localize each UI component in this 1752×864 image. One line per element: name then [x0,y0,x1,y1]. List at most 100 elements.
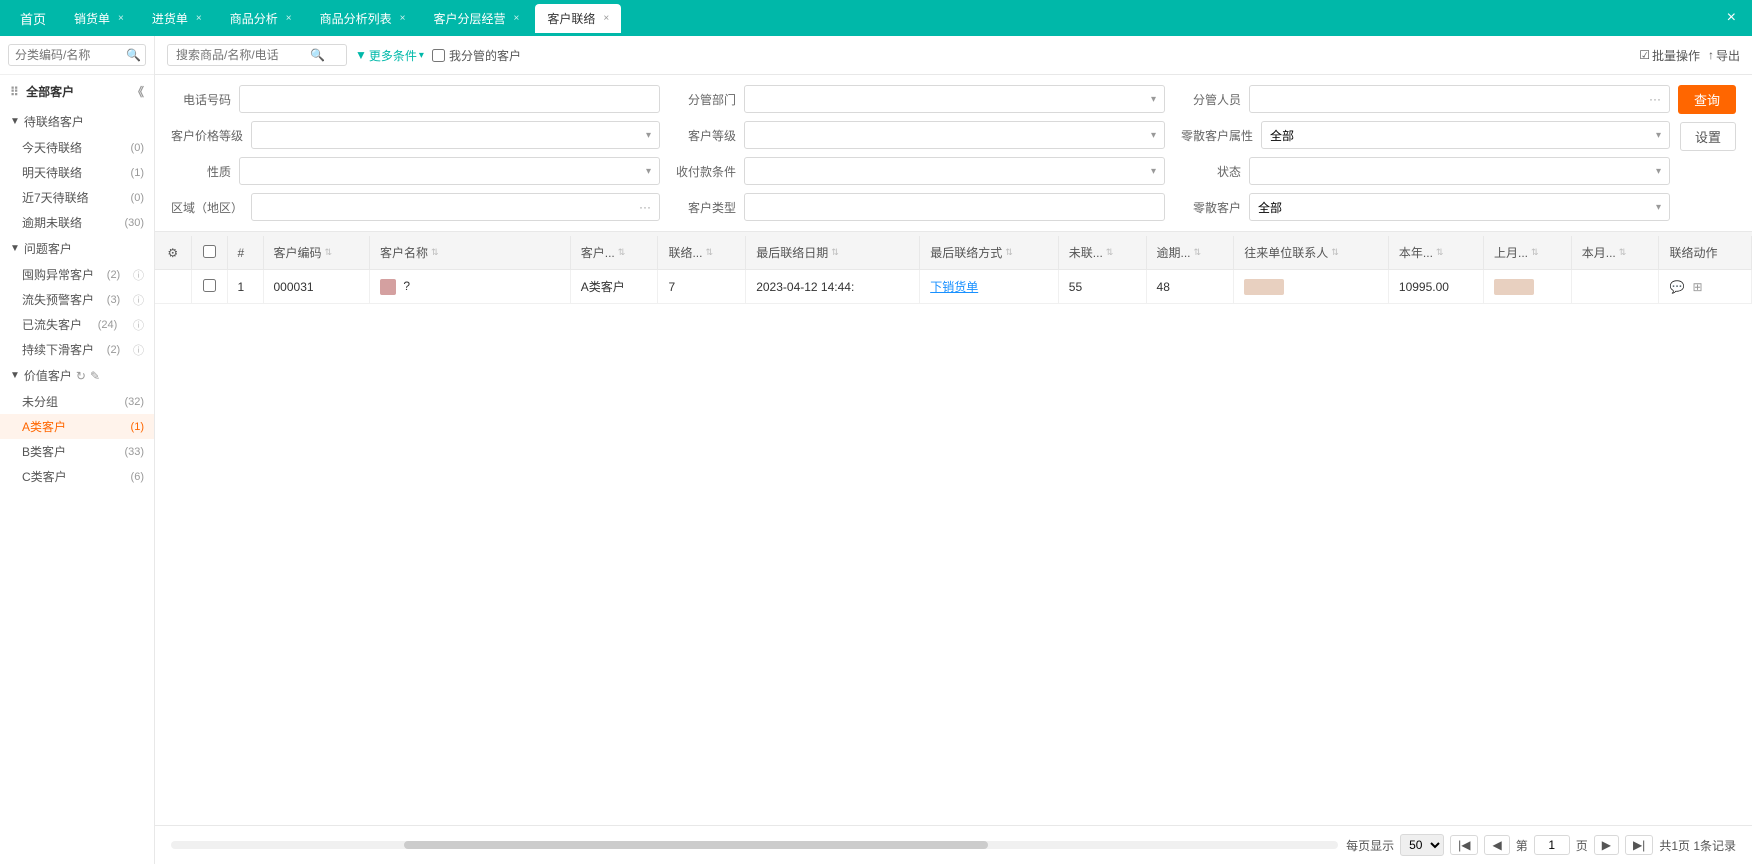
window-close-button[interactable]: × [1719,5,1744,31]
filter-retail2: 零散客户 全部 ▾ [1181,193,1670,221]
horizontal-scrollbar[interactable] [171,841,1338,849]
nav-home[interactable]: 首页 [8,3,58,34]
edit-icon[interactable]: ✎ [90,369,100,383]
filter-manager-input[interactable]: ··· [1249,85,1670,113]
first-page-btn[interactable]: |◀ [1450,835,1478,855]
retail2-arrow: ▾ [1656,202,1661,213]
filter-more-btn[interactable]: ▼ 更多条件 ▾ [355,47,424,64]
filter-search-box[interactable]: 🔍 [167,44,347,66]
sidebar-section-pending-title[interactable]: ▼ 待联络客户 [0,108,154,135]
bottom-bar: 每页显示 50 |◀ ◀ 第 页 ▶ ▶| 共1页 1条记录 [155,825,1752,864]
th-level[interactable]: 客户...⇅ [570,236,658,270]
last-page-btn[interactable]: ▶| [1625,835,1653,855]
sidebar-item-hoarding[interactable]: 囤购异常客户 (2) ⓘ [0,262,154,287]
export-btn[interactable]: ↑ 导出 [1708,47,1740,64]
th-last-month[interactable]: 上月...⇅ [1484,236,1572,270]
filter-clevel-select[interactable]: ▾ [744,121,1165,149]
scrollbar-thumb [404,841,988,849]
row-index: 1 [227,270,263,304]
row-name: ? [369,270,570,304]
filter-retail2-select[interactable]: 全部 ▾ [1249,193,1670,221]
th-check[interactable] [191,236,227,270]
th-no-contact[interactable]: 未联...⇅ [1058,236,1146,270]
settings-button[interactable]: 设置 [1680,122,1736,151]
th-code[interactable]: 客户编码⇅ [263,236,369,270]
sidebar-item-churn-warning[interactable]: 流失预警客户 (3) ⓘ [0,287,154,312]
th-this-month[interactable]: 本月...⇅ [1571,236,1659,270]
sidebar-item-class-c[interactable]: C类客户 (6) [0,464,154,489]
sidebar-section-value-title[interactable]: ▼ 价值客户 ↻ ✎ [0,362,154,389]
close-analysis-list[interactable]: × [400,13,406,24]
th-gear[interactable]: ⚙ [155,236,191,270]
filter-dept-label: 分管部门 [676,91,736,108]
batch-op-btn[interactable]: ☑ 批量操作 [1639,47,1700,64]
select-all-checkbox[interactable] [203,245,216,258]
nav-tab-purchase[interactable]: 进货单 × [140,4,214,33]
export-icon: ↑ [1708,48,1714,62]
sidebar-collapse-icon[interactable]: 《 [132,83,144,100]
filter-retail-select[interactable]: 全部 ▾ [1261,121,1670,149]
filter-payment-select[interactable]: ▾ [744,157,1165,185]
my-customers-checkbox[interactable] [432,49,445,62]
page-number-input[interactable] [1534,835,1570,855]
more-caret-icon: ▾ [419,50,424,61]
row-last-method[interactable]: 下销货单 [920,270,1059,304]
sidebar-item-churned[interactable]: 已流失客户 (24) ⓘ [0,312,154,337]
sort-nocontact-icon: ⇅ [1106,247,1114,258]
sidebar-item-today[interactable]: 今天待联络 (0) [0,135,154,160]
th-last-method[interactable]: 最后联络方式⇅ [920,236,1059,270]
th-overdue[interactable]: 逾期...⇅ [1146,236,1234,270]
sidebar-item-class-b[interactable]: B类客户 (33) [0,439,154,464]
filter-status-select[interactable]: ▾ [1249,157,1670,185]
my-customers-filter[interactable]: 我分管的客户 [432,47,521,64]
next-page-btn[interactable]: ▶ [1594,835,1619,855]
sidebar-section-problem-title[interactable]: ▼ 问题客户 [0,235,154,262]
filter-search-input[interactable] [176,48,306,62]
filter-nature-select[interactable]: ▾ [239,157,660,185]
query-button[interactable]: 查询 [1678,85,1736,114]
th-name[interactable]: 客户名称⇅ [369,236,570,270]
filter-ctype-input[interactable] [744,193,1165,221]
th-last-date[interactable]: 最后联络日期⇅ [746,236,920,270]
nav-tab-salesorder[interactable]: 销货单 × [62,4,136,33]
row-overdue: 48 [1146,270,1234,304]
main-layout: 🔍 ⠿ 全部客户 《 ▼ 待联络客户 今天待联络 (0) 明天待联络 (1) [0,36,1752,864]
nav-tab-analysis[interactable]: 商品分析 × [218,4,304,33]
sidebar: 🔍 ⠿ 全部客户 《 ▼ 待联络客户 今天待联络 (0) 明天待联络 (1) [0,36,155,864]
per-page-select[interactable]: 50 [1400,834,1444,856]
nav-tab-customer-contact[interactable]: 客户联络 × [535,4,621,33]
record-icon[interactable]: ⊞ [1692,280,1702,294]
sidebar-item-7days[interactable]: 近7天待联络 (0) [0,185,154,210]
row-check[interactable] [191,270,227,304]
prev-page-btn[interactable]: ◀ [1484,835,1509,855]
content-area: 🔍 ▼ 更多条件 ▾ 我分管的客户 ☑ 批量操作 ↑ 导出 [155,36,1752,864]
close-purchase[interactable]: × [196,13,202,24]
th-this-year[interactable]: 本年...⇅ [1388,236,1483,270]
close-segment[interactable]: × [513,13,519,24]
sidebar-item-ungroup[interactable]: 未分组 (32) [0,389,154,414]
filter-dept-select[interactable]: ▾ [744,85,1165,113]
close-salesorder[interactable]: × [118,13,124,24]
filter-phone-input[interactable] [239,85,660,113]
chat-icon[interactable]: 💬 [1669,280,1684,294]
sort-contact-icon: ⇅ [705,247,713,258]
nav-tab-analysis-list[interactable]: 商品分析列表 × [308,4,418,33]
sidebar-all-customers[interactable]: ⠿ 全部客户 《 [0,75,154,108]
filter-retail2-label: 零散客户 [1181,199,1241,216]
nav-tab-customer-segment[interactable]: 客户分层经营 × [421,4,531,33]
th-contact[interactable]: 联络...⇅ [658,236,746,270]
sidebar-item-tomorrow[interactable]: 明天待联络 (1) [0,160,154,185]
close-contact[interactable]: × [603,13,609,24]
refresh-icon[interactable]: ↻ [76,369,86,383]
status-arrow: ▾ [1656,166,1661,177]
sort-tmonth-icon: ⇅ [1619,247,1627,258]
sidebar-item-declining[interactable]: 持续下滑客户 (2) ⓘ [0,337,154,362]
sidebar-item-class-a[interactable]: A类客户 (1) [0,414,154,439]
row-checkbox[interactable] [203,279,216,292]
filter-actions: ☑ 批量操作 ↑ 导出 [1639,47,1740,64]
filter-price-select[interactable]: ▾ [251,121,660,149]
th-unit-contact[interactable]: 往来单位联系人⇅ [1234,236,1389,270]
close-analysis[interactable]: × [286,13,292,24]
sidebar-item-overdue[interactable]: 逾期未联络 (30) [0,210,154,235]
filter-region-select[interactable]: ··· [251,193,660,221]
